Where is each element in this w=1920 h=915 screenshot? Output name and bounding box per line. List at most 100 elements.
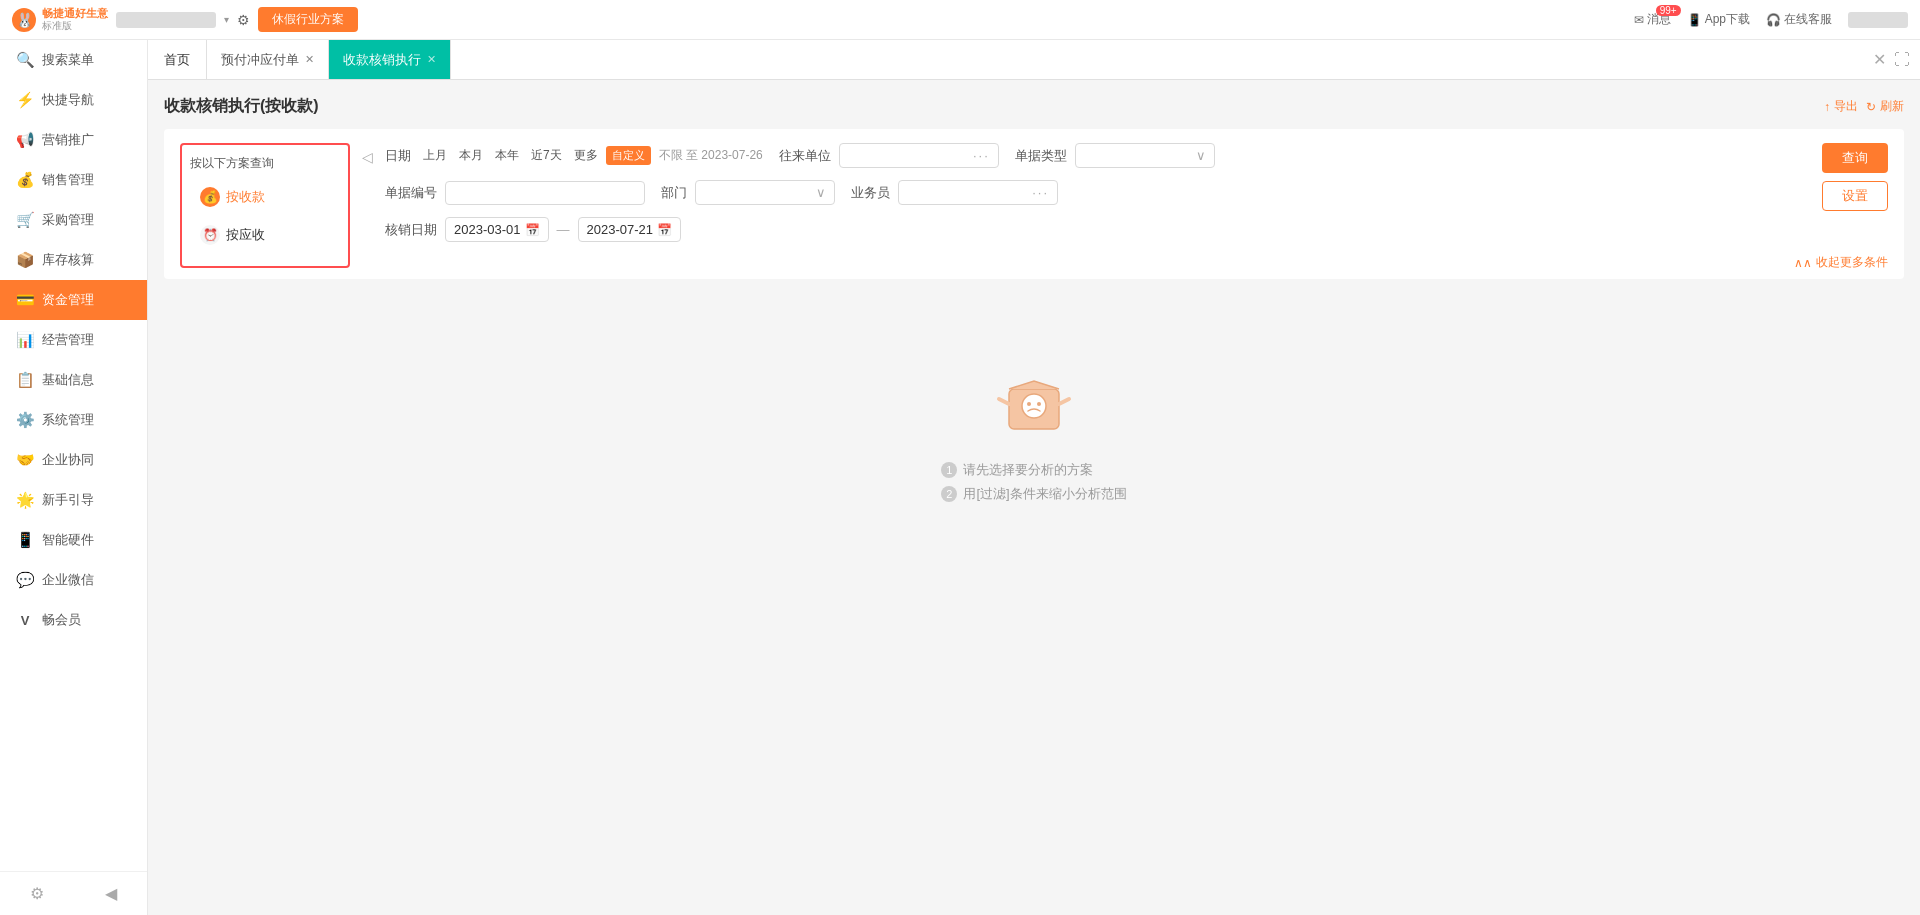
date-shortcuts: 上月 本月 本年 近7天 更多 自定义 — [419, 145, 651, 166]
filter-dept-group: 部门 ∨ — [661, 180, 835, 205]
filter-verify-date-group: 核销日期 2023-03-01 📅 — 2023-07-21 — [385, 217, 681, 242]
doctype-select[interactable]: ∨ — [1075, 143, 1215, 168]
tab-receipt-write-off[interactable]: 收款核销执行 ✕ — [329, 40, 451, 79]
filter-row-2: 单据编号 部门 ∨ — [385, 180, 1806, 205]
sidebar-item-label: 畅会员 — [42, 611, 81, 629]
staff-dots-icon: ··· — [1032, 185, 1049, 200]
sidebar-item-label: 快捷导航 — [42, 91, 94, 109]
sidebar-item-system[interactable]: ⚙️ 系统管理 — [0, 400, 147, 440]
sidebar-item-finance[interactable]: 💳 资金管理 — [0, 280, 147, 320]
sidebar-item-label: 采购管理 — [42, 211, 94, 229]
sidebar-item-label: 新手引导 — [42, 491, 94, 509]
tab-fullscreen-icon[interactable]: ⛶ — [1894, 51, 1910, 69]
sidebar-item-sales[interactable]: 💰 销售管理 — [0, 160, 147, 200]
workspace-selector[interactable] — [116, 12, 216, 28]
sidebar-item-guide[interactable]: 🌟 新手引导 — [0, 480, 147, 520]
verify-date-end-input[interactable]: 2023-07-21 📅 — [578, 217, 682, 242]
sidebar-item-enterprise[interactable]: 🤝 企业协同 — [0, 440, 147, 480]
sidebar-item-inventory[interactable]: 📦 库存核算 — [0, 240, 147, 280]
verify-date-label: 核销日期 — [385, 221, 437, 239]
date-shortcut-more[interactable]: 更多 — [570, 145, 602, 166]
date-shortcut-custom[interactable]: 自定义 — [606, 146, 651, 165]
sidebar-item-search-menu[interactable]: 🔍 搜索菜单 — [0, 40, 147, 80]
tab-receipt-write-off-close-icon[interactable]: ✕ — [427, 53, 436, 66]
operations-icon: 📊 — [16, 331, 34, 349]
filter-action-buttons: 查询 设置 — [1806, 143, 1888, 211]
verify-date-start-input[interactable]: 2023-03-01 📅 — [445, 217, 549, 242]
workspace-arrow-icon[interactable]: ▾ — [224, 14, 229, 25]
staff-input[interactable]: ··· — [898, 180, 1058, 205]
sidebar-collapse-icon[interactable]: ◀ — [97, 880, 125, 907]
industry-solution-button[interactable]: 休假行业方案 — [258, 7, 358, 32]
date-shortcut-this-month[interactable]: 本月 — [455, 145, 487, 166]
sidebar-item-basic-info[interactable]: 📋 基础信息 — [0, 360, 147, 400]
sidebar-item-label: 营销推广 — [42, 131, 94, 149]
tab-home[interactable]: 首页 — [148, 40, 207, 79]
dept-select[interactable]: ∨ — [695, 180, 835, 205]
sidebar-item-member[interactable]: V 畅会员 — [0, 600, 147, 640]
content-area: 首页 预付冲应付单 ✕ 收款核销执行 ✕ ✕ ⛶ 收款核销执行(按收款) — [148, 40, 1920, 915]
tab-prepay-close-icon[interactable]: ✕ — [305, 53, 314, 66]
tab-home-label: 首页 — [164, 51, 190, 69]
page-header: 收款核销执行(按收款) ↑ 导出 ↻ 刷新 — [164, 96, 1904, 117]
export-label: 导出 — [1834, 98, 1858, 115]
date-shortcut-this-year[interactable]: 本年 — [491, 145, 523, 166]
refresh-button[interactable]: ↻ 刷新 — [1866, 98, 1904, 115]
by-receivable-icon: ⏰ — [200, 225, 220, 245]
cal-end-icon: 📅 — [657, 223, 672, 237]
basic-info-icon: 📋 — [16, 371, 34, 389]
empty-text-block: 1 请先选择要分析的方案 2 用[过滤]条件来缩小分析范围 — [941, 461, 1126, 503]
docno-label: 单据编号 — [385, 184, 437, 202]
inventory-icon: 📦 — [16, 251, 34, 269]
app-label: App下载 — [1705, 11, 1750, 28]
step2-num: 2 — [941, 486, 957, 502]
tab-prepay[interactable]: 预付冲应付单 ✕ — [207, 40, 329, 79]
cal-start-icon: 📅 — [525, 223, 540, 237]
logo-icon: 🐰 — [12, 8, 36, 32]
filter-option-by-receivable[interactable]: ⏰ 按应收 — [190, 218, 340, 252]
filter-counterparty-group: 往来单位 ··· — [779, 143, 999, 168]
member-icon: V — [16, 613, 34, 628]
docno-input[interactable] — [445, 181, 645, 205]
filter-panel-title: 按以下方案查询 — [190, 155, 340, 172]
filter-fields: 日期 上月 本月 本年 近7天 更多 自定义 — [385, 143, 1806, 250]
purchase-icon: 🛒 — [16, 211, 34, 229]
finance-icon: 💳 — [16, 291, 34, 309]
query-button[interactable]: 查询 — [1822, 143, 1888, 173]
tab-prepay-label: 预付冲应付单 — [221, 51, 299, 69]
filter-collapse-btn[interactable]: ◁ — [362, 143, 373, 165]
filter-option-by-receipt[interactable]: 💰 按收款 — [190, 180, 340, 214]
sidebar-item-wechat[interactable]: 💬 企业微信 — [0, 560, 147, 600]
wechat-icon: 💬 — [16, 571, 34, 589]
sidebar-item-label: 搜索菜单 — [42, 51, 94, 69]
sidebar-item-purchase[interactable]: 🛒 采购管理 — [0, 200, 147, 240]
counterparty-input[interactable]: ··· — [839, 143, 999, 168]
filter-row-3: 核销日期 2023-03-01 📅 — 2023-07-21 — [385, 217, 1806, 242]
filter-staff-group: 业务员 ··· — [851, 180, 1058, 205]
settings-icon[interactable]: ⚙ — [237, 12, 250, 28]
sidebar-item-operations[interactable]: 📊 经营管理 — [0, 320, 147, 360]
tab-close-all-icon[interactable]: ✕ — [1873, 50, 1886, 69]
sidebar-item-quick-nav[interactable]: ⚡ 快捷导航 — [0, 80, 147, 120]
collapse-more-button[interactable]: ∧∧ 收起更多条件 — [1794, 254, 1888, 271]
user-info[interactable] — [1848, 12, 1908, 28]
app-icon: 📱 — [1687, 13, 1702, 27]
filter-settings-button[interactable]: 设置 — [1822, 181, 1888, 211]
date-shortcut-last-month[interactable]: 上月 — [419, 145, 451, 166]
sidebar-bottom: ⚙ ◀ — [0, 871, 147, 915]
sidebar-item-label: 库存核算 — [42, 251, 94, 269]
filter-options-panel: 按以下方案查询 💰 按收款 ⏰ 按应收 — [180, 143, 350, 268]
sidebar-item-hardware[interactable]: 📱 智能硬件 — [0, 520, 147, 560]
filter-docno-group: 单据编号 — [385, 181, 645, 205]
sidebar-item-label: 销售管理 — [42, 171, 94, 189]
export-button[interactable]: ↑ 导出 — [1824, 98, 1858, 115]
online-service-button[interactable]: 🎧 在线客服 — [1766, 11, 1832, 28]
hardware-icon: 📱 — [16, 531, 34, 549]
app-download-button[interactable]: 📱 App下载 — [1687, 11, 1750, 28]
filter-panel: 按以下方案查询 💰 按收款 ⏰ 按应收 ◁ — [164, 129, 1904, 279]
sidebar-item-marketing[interactable]: 📢 营销推广 — [0, 120, 147, 160]
sidebar-item-label: 基础信息 — [42, 371, 94, 389]
date-shortcut-7days[interactable]: 近7天 — [527, 145, 566, 166]
sidebar-settings-icon[interactable]: ⚙ — [22, 880, 52, 907]
message-button[interactable]: ✉ 消息 99+ — [1634, 11, 1671, 28]
